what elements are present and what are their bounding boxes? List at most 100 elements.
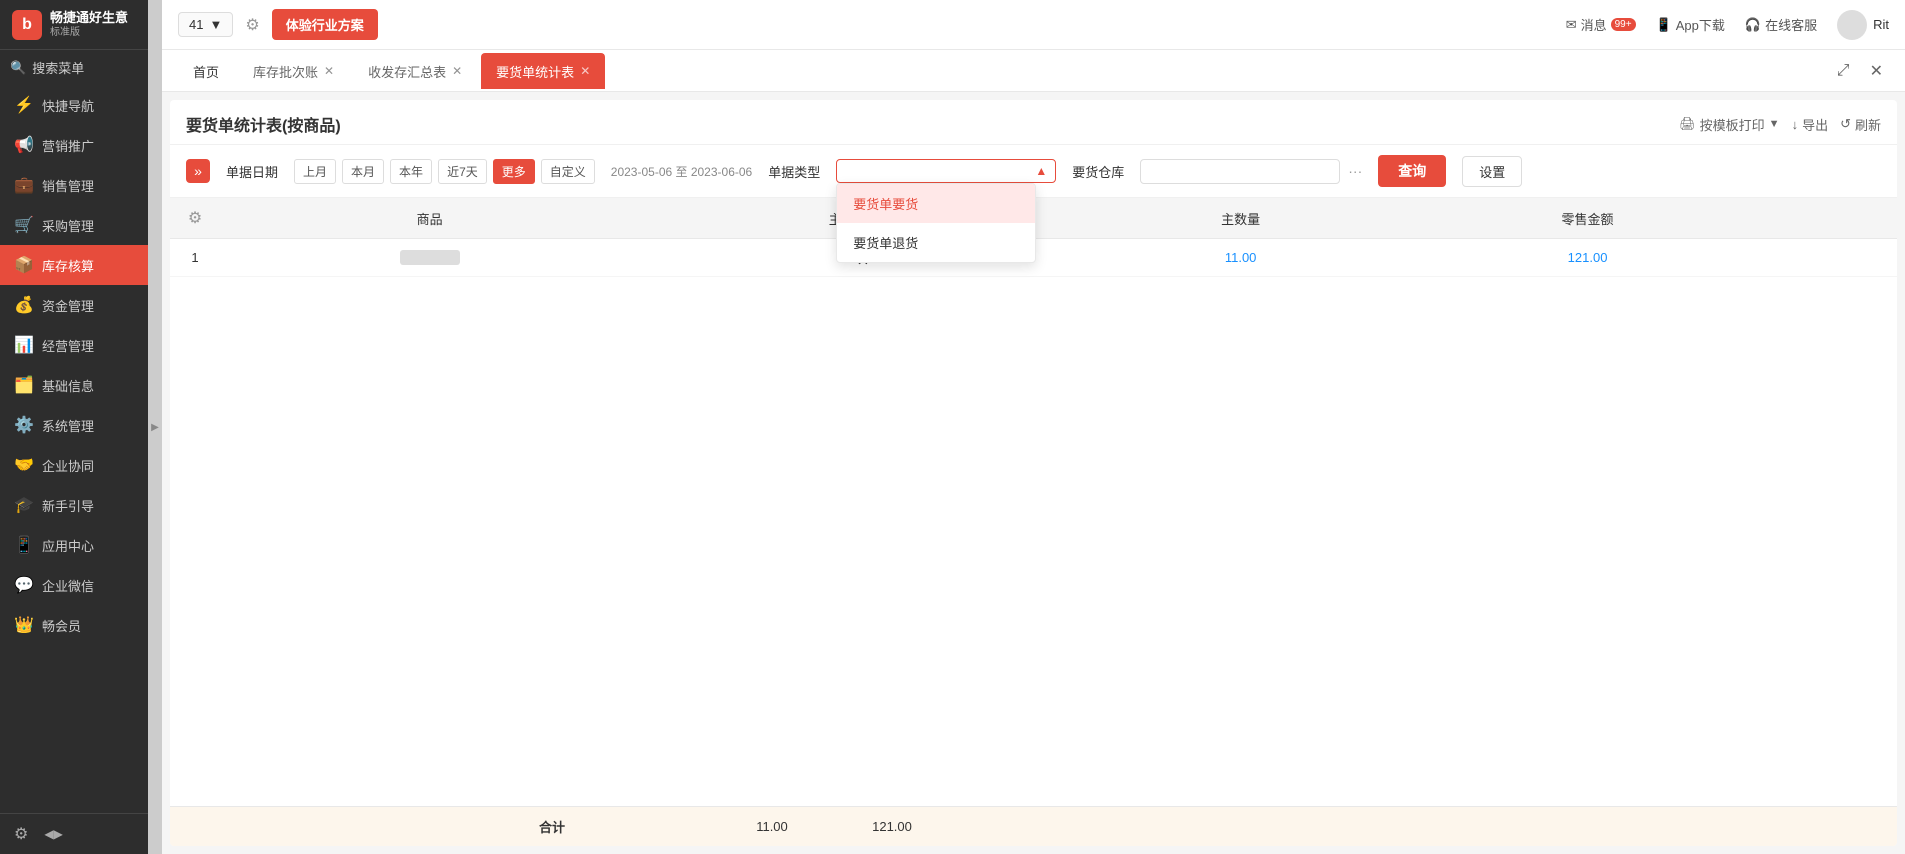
app-download-label: App下载	[1676, 15, 1725, 34]
message-badge: 99+	[1611, 18, 1636, 31]
refresh-action[interactable]: ↺ 刷新	[1840, 115, 1881, 134]
tab-receivable-label: 收发存汇总表	[368, 62, 446, 81]
store-number: 41	[189, 17, 203, 32]
nav-label-purchase: 采购管理	[42, 216, 94, 235]
sidebar-item-guide[interactable]: 🎓新手引导	[0, 485, 148, 525]
chevron-down-icon: ▼	[1769, 118, 1780, 130]
sidebar-nav: ⚡快捷导航 📢 营销推广 💼销售管理 🛒 采购管理 📦库存核算💰资金管理📊经营管理🗂️基础信…	[0, 85, 148, 813]
warehouse-section: ···	[1140, 159, 1362, 184]
tab-order-stat-close[interactable]: ✕	[580, 65, 590, 77]
refresh-icon: ↺	[1840, 116, 1851, 132]
expand-filter-btn[interactable]: »	[186, 159, 210, 183]
sidebar-item-system[interactable]: ⚙️系统管理	[0, 405, 148, 445]
tab-expand-btn[interactable]: ⤢	[1831, 59, 1856, 83]
cell-quantity: 11.00	[1083, 239, 1397, 277]
online-service-action[interactable]: 🎧 在线客服	[1745, 15, 1817, 34]
date-btn-year[interactable]: 本年	[390, 159, 432, 184]
main-content: 41 ▼ ⚙ 体验行业方案 ✉ 消息 99+ 📱 App下载 🎧 在线客服	[162, 0, 1905, 854]
sidebar-item-purchase[interactable]: 🛒 采购管理	[0, 205, 148, 245]
store-selector[interactable]: 41 ▼	[178, 12, 233, 37]
tab-home[interactable]: 首页	[178, 53, 234, 89]
dropdown-item-order-label: 要货单要货	[853, 197, 918, 212]
sidebar-item-sales[interactable]: 💼销售管理	[0, 165, 148, 205]
sidebar-item-shortcut[interactable]: ⚡快捷导航	[0, 85, 148, 125]
tab-batch-close[interactable]: ✕	[324, 65, 334, 77]
download-icon: 📱	[1656, 17, 1672, 33]
dropdown-item-order[interactable]: 要货单要货	[837, 184, 1035, 223]
sidebar-item-operation[interactable]: 📊经营管理	[0, 325, 148, 365]
tab-receivable-close[interactable]: ✕	[452, 65, 462, 77]
dropdown-item-return-label: 要货单退货	[853, 236, 918, 251]
sidebar-toggle[interactable]: ▶	[148, 0, 162, 854]
print-template-action[interactable]: 🖨 按模板打印 ▼	[1679, 115, 1779, 134]
settings-icon[interactable]: ⚙	[14, 824, 28, 844]
search-label: 搜索菜单	[32, 58, 84, 77]
nav-icon-guide: 🎓	[14, 495, 34, 515]
tabs-bar: 首页 库存批次账 ✕ 收发存汇总表 ✕ 要货单统计表 ✕ ⤢ ✕	[162, 50, 1905, 92]
gear-icon[interactable]: ⚙	[245, 15, 259, 35]
app-edition: 标准版	[50, 26, 128, 39]
cell-sales-amount: 121.00	[1398, 239, 1777, 277]
type-dropdown: 要货单要货 要货单退货	[836, 183, 1036, 263]
user-area[interactable]: Rit	[1837, 10, 1889, 40]
sidebar-item-finance[interactable]: 💰资金管理	[0, 285, 148, 325]
type-label: 单据类型	[768, 162, 820, 181]
sidebar-item-apps[interactable]: 📱应用中心	[0, 525, 148, 565]
nav-label-inventory: 库存核算	[42, 256, 94, 275]
table-footer: 合计 11.00 121.00	[170, 806, 1897, 846]
column-settings-icon[interactable]: ⚙	[188, 210, 202, 227]
nav-label-enterprise: 企业协同	[42, 456, 94, 475]
app-download-action[interactable]: 📱 App下载	[1656, 15, 1725, 34]
tab-batch[interactable]: 库存批次账 ✕	[238, 53, 349, 89]
col-settings: ⚙	[170, 198, 220, 239]
message-icon: ✉	[1566, 17, 1577, 33]
nav-icon-basic: 🗂️	[14, 375, 34, 395]
date-label: 单据日期	[226, 162, 278, 181]
nav-icon-member: 👑	[14, 615, 34, 635]
nav-label-marketing: 营销推广	[42, 136, 94, 155]
sidebar-item-basic[interactable]: 🗂️基础信息	[0, 365, 148, 405]
sidebar-item-member[interactable]: 👑畅会员	[0, 605, 148, 645]
date-btn-custom[interactable]: 自定义	[541, 159, 595, 184]
date-btn-7days[interactable]: 近7天	[438, 159, 487, 184]
print-icon: 🖨	[1679, 116, 1696, 132]
warehouse-input[interactable]	[1140, 159, 1340, 184]
tab-order-stat-label: 要货单统计表	[496, 62, 574, 81]
header-right: ✉ 消息 99+ 📱 App下载 🎧 在线客服 Rit	[1566, 10, 1889, 40]
sidebar-item-wechat[interactable]: 💬企业微信	[0, 565, 148, 605]
nav-label-sales: 销售管理	[42, 176, 94, 195]
app-logo: b 畅捷通好生意 标准版	[0, 0, 148, 50]
nav-label-system: 系统管理	[42, 416, 94, 435]
sidebar-search[interactable]: 🔍 搜索菜单	[0, 50, 148, 85]
nav-icon-wechat: 💬	[14, 575, 34, 595]
filter-row: » 单据日期 上月 本月 本年 近7天 更多 自定义 2023-05-06 至 …	[186, 155, 1881, 187]
col-empty-header	[1777, 198, 1897, 239]
sidebar-item-marketing[interactable]: 📢 营销推广	[0, 125, 148, 165]
date-btn-current[interactable]: 本月	[342, 159, 384, 184]
collapse-icon[interactable]: ◀▶	[44, 827, 62, 841]
sidebar-item-enterprise[interactable]: 🤝企业协同	[0, 445, 148, 485]
message-action[interactable]: ✉ 消息 99+	[1566, 15, 1636, 34]
nav-icon-purchase: 🛒	[14, 215, 34, 235]
sales-amount-link[interactable]: 121.00	[1568, 250, 1608, 265]
sidebar-item-inventory[interactable]: 📦库存核算	[0, 245, 148, 285]
nav-icon-shortcut: ⚡	[14, 95, 34, 115]
export-action[interactable]: ↓ 导出	[1792, 115, 1829, 134]
quantity-link[interactable]: 11.00	[1225, 250, 1257, 265]
tab-receivable[interactable]: 收发存汇总表 ✕	[353, 53, 477, 89]
dropdown-item-return[interactable]: 要货单退货	[837, 223, 1035, 262]
nav-icon-marketing: 📢	[14, 135, 34, 155]
set-button[interactable]: 设置	[1462, 156, 1522, 187]
query-button[interactable]: 查询	[1378, 155, 1446, 187]
cell-empty	[1777, 239, 1897, 277]
chevron-up-icon: ▲	[1035, 164, 1047, 178]
date-btn-up[interactable]: 上月	[294, 159, 336, 184]
type-selector[interactable]: ▲	[836, 159, 1056, 183]
print-template-label: 按模板打印	[1700, 115, 1765, 134]
sidebar-footer: ⚙ ◀▶	[0, 813, 148, 854]
warehouse-more-icon[interactable]: ···	[1348, 163, 1362, 179]
trial-button[interactable]: 体验行业方案	[272, 9, 378, 40]
tab-close-all-btn[interactable]: ✕	[1864, 59, 1889, 83]
date-btn-more[interactable]: 更多	[493, 159, 535, 184]
tab-order-stat[interactable]: 要货单统计表 ✕	[481, 53, 605, 89]
